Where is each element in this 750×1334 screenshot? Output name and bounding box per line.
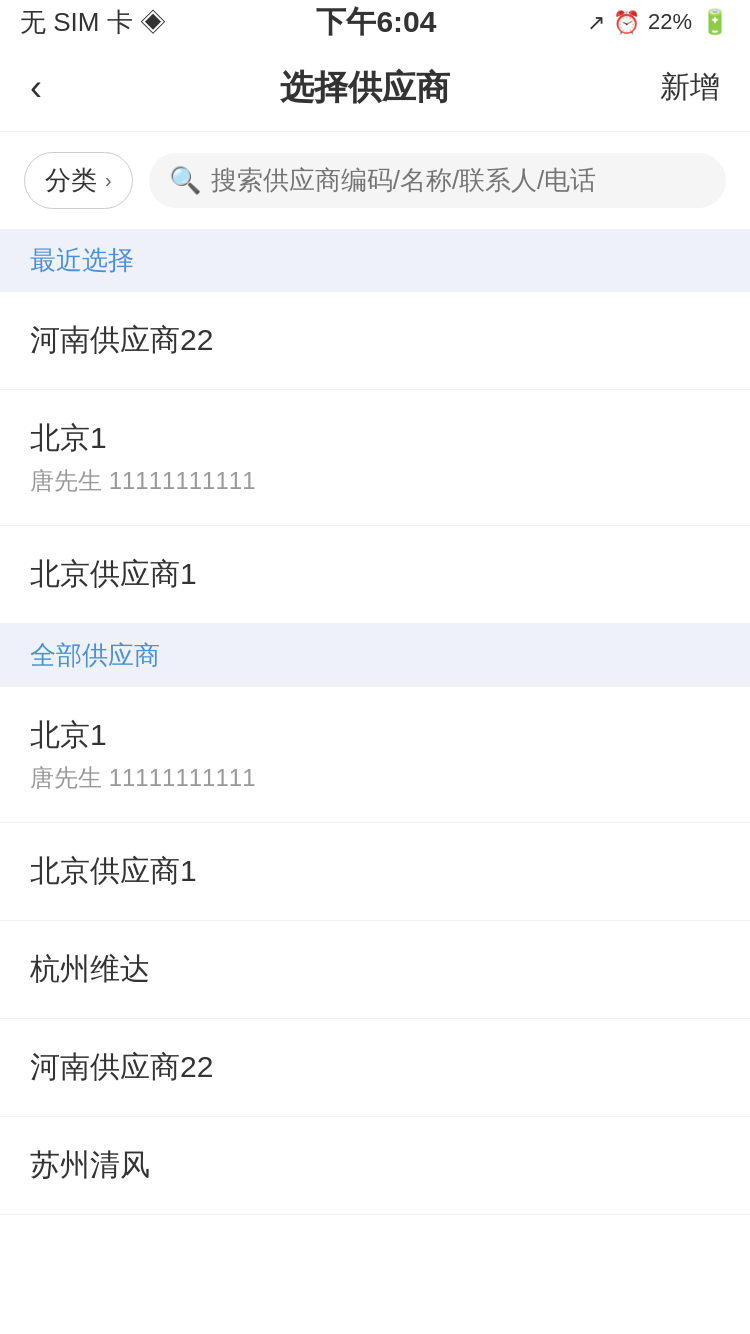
sections-container: 最近选择河南供应商22 北京1 唐先生 11111111111 北京供应商1 全部供应商… [0,229,750,1215]
status-time: 下午6:04 [316,2,436,43]
back-button[interactable]: ‹ [30,67,90,109]
list-item-0-1[interactable]: 北京1 唐先生 11111111111 [0,390,750,526]
location-icon [587,8,605,36]
item-name: 河南供应商22 [30,1047,720,1088]
add-button[interactable]: 新增 [640,67,720,108]
sim-label: 无 SIM 卡 ◈ [20,5,166,40]
nav-bar: ‹ 选择供应商 新增 [0,44,750,132]
list-item-1-1[interactable]: 北京供应商1 [0,823,750,921]
item-sub: 唐先生 11111111111 [30,762,720,794]
item-name: 北京供应商1 [30,554,720,595]
list-item-0-0[interactable]: 河南供应商22 [0,292,750,390]
page-title: 选择供应商 [280,65,450,111]
item-name: 杭州维达 [30,949,720,990]
item-sub: 唐先生 11111111111 [30,465,720,497]
battery-label: 22% [648,9,692,35]
chevron-right-icon: › [105,169,112,192]
list-item-1-0[interactable]: 北京1 唐先生 11111111111 [0,687,750,823]
status-left: 无 SIM 卡 ◈ [20,5,166,40]
item-name: 北京供应商1 [30,851,720,892]
search-box[interactable]: 🔍 [149,153,726,208]
item-name: 北京1 [30,715,720,756]
item-name: 河南供应商22 [30,320,720,361]
list-item-1-2[interactable]: 杭州维达 [0,921,750,1019]
list-item-0-2[interactable]: 北京供应商1 [0,526,750,624]
status-right: 22% 🔋 [587,8,730,36]
category-label: 分类 [45,163,97,198]
search-icon: 🔍 [169,165,201,196]
clock-icon [613,8,640,36]
battery-icon: 🔋 [700,8,730,36]
search-input[interactable] [211,165,706,196]
category-button[interactable]: 分类 › [24,152,133,209]
status-bar: 无 SIM 卡 ◈ 下午6:04 22% 🔋 [0,0,750,44]
section-header-1: 全部供应商 [0,624,750,687]
item-name: 北京1 [30,418,720,459]
filter-bar: 分类 › 🔍 [0,132,750,229]
list-item-1-4[interactable]: 苏州清风 [0,1117,750,1215]
list-item-1-3[interactable]: 河南供应商22 [0,1019,750,1117]
section-header-0: 最近选择 [0,229,750,292]
item-name: 苏州清风 [30,1145,720,1186]
